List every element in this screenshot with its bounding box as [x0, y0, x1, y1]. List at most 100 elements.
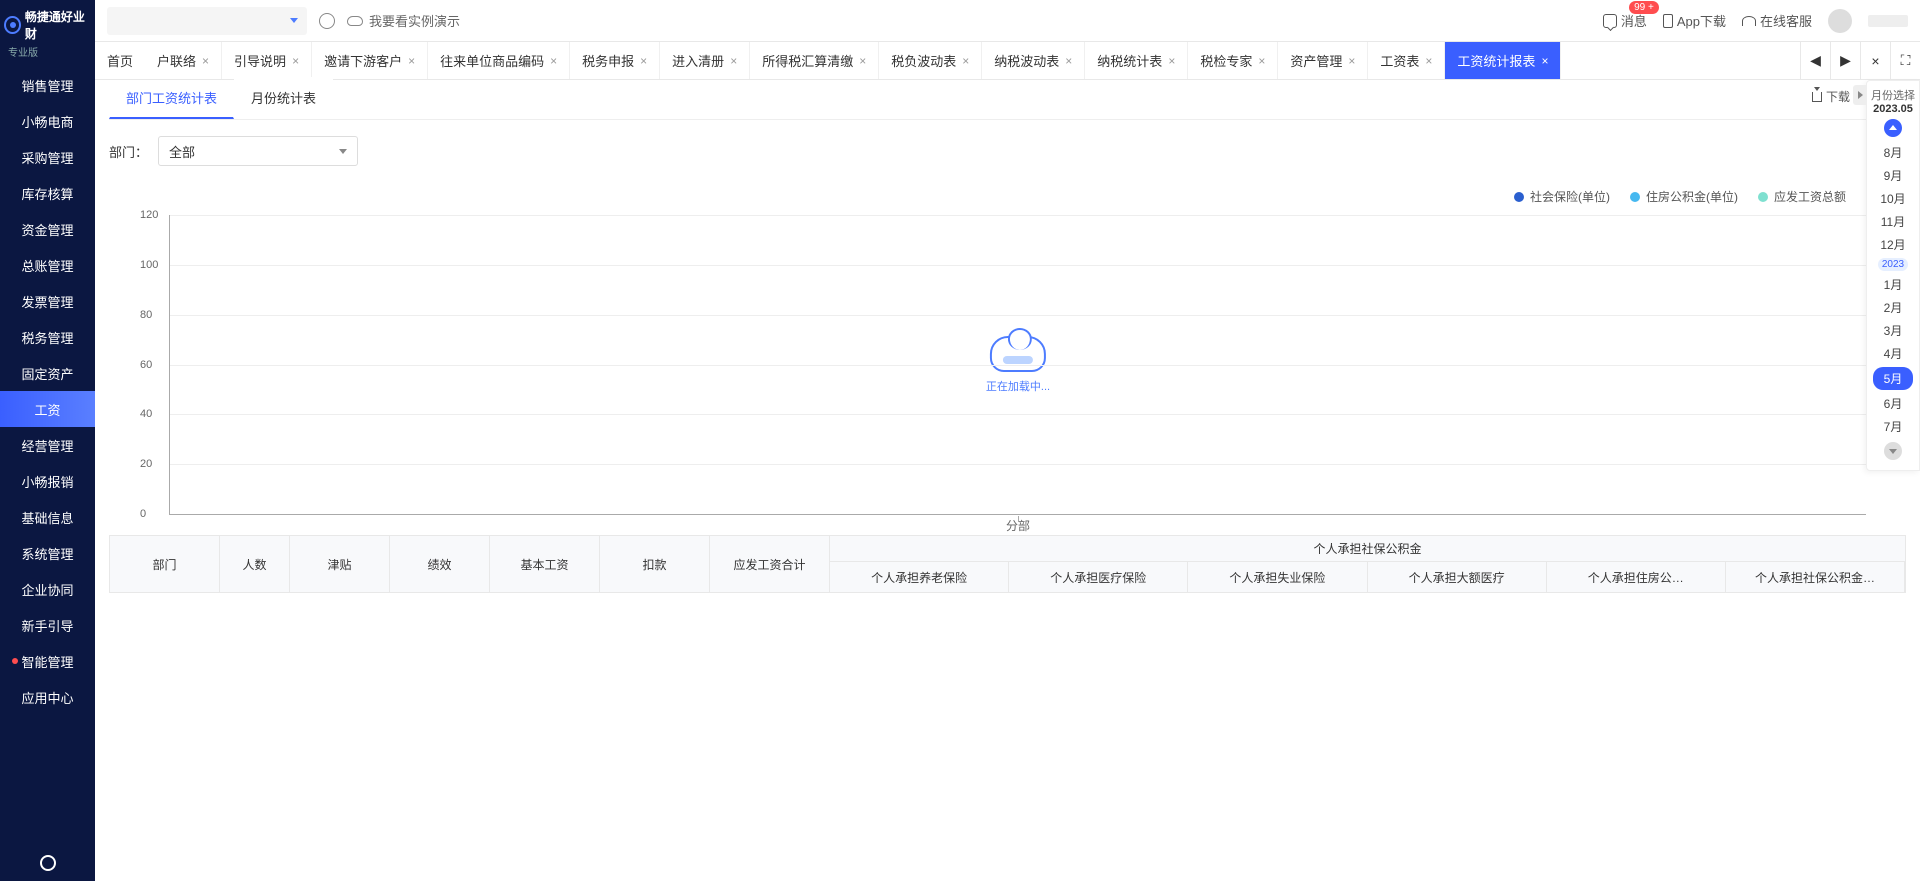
legend-item[interactable]: 社会保险(单位): [1514, 188, 1610, 205]
tab-11[interactable]: 税检专家×: [1188, 42, 1278, 79]
tab-close-icon[interactable]: ×: [292, 54, 299, 68]
tab-scroll-right[interactable]: ▶: [1830, 42, 1860, 79]
logo-icon: [4, 16, 21, 34]
tab-2[interactable]: 引导说明×: [222, 42, 312, 79]
tab-12[interactable]: 资产管理×: [1278, 42, 1368, 79]
tab-close-icon[interactable]: ×: [859, 54, 866, 68]
month-option[interactable]: 5月: [1873, 367, 1913, 390]
legend-item[interactable]: 应发工资总额: [1758, 188, 1846, 205]
tab-6[interactable]: 进入清册×: [660, 42, 750, 79]
month-option[interactable]: 11月: [1867, 210, 1919, 233]
sidebar-item-0[interactable]: 销售管理: [0, 67, 95, 103]
sidebar-item-10[interactable]: 经营管理: [0, 427, 95, 463]
tab-close-all[interactable]: ×: [1860, 42, 1890, 79]
month-option[interactable]: 2月: [1867, 296, 1919, 319]
tab-close-icon[interactable]: ×: [1258, 54, 1265, 68]
month-option[interactable]: 7月: [1867, 415, 1919, 438]
sidebar-item-7[interactable]: 税务管理: [0, 319, 95, 355]
tab-scroll-left[interactable]: ◀: [1800, 42, 1830, 79]
tab-10[interactable]: 纳税统计表×: [1085, 42, 1188, 79]
tab-close-icon[interactable]: ×: [730, 54, 737, 68]
month-panel-collapse[interactable]: [1853, 85, 1867, 105]
tab-14[interactable]: 工资统计报表×: [1445, 42, 1561, 79]
tab-1[interactable]: 户联络×: [145, 42, 222, 79]
y-tick: 20: [140, 458, 152, 470]
month-option[interactable]: 12月: [1867, 233, 1919, 256]
tab-0[interactable]: 首页: [95, 42, 145, 79]
table-header: 部门人数津贴绩效基本工资扣款应发工资合计个人承担社保公积金个人承担养老保险个人承…: [110, 536, 1905, 592]
sidebar-settings-button[interactable]: [0, 845, 95, 881]
tab-close-icon[interactable]: ×: [1425, 54, 1432, 68]
tab-13[interactable]: 工资表×: [1368, 42, 1445, 79]
sidebar-item-14[interactable]: 企业协同: [0, 571, 95, 607]
sidebar-item-17[interactable]: 应用中心: [0, 679, 95, 715]
sidebar-item-4[interactable]: 资金管理: [0, 211, 95, 247]
brand-logo: 畅捷通好业财: [0, 0, 95, 44]
download-button[interactable]: 下载: [1812, 88, 1850, 105]
tab-close-icon[interactable]: ×: [202, 54, 209, 68]
tab-4[interactable]: 往来单位商品编码×: [428, 42, 570, 79]
month-option[interactable]: 10月: [1867, 187, 1919, 210]
table-header-cell: 人数: [220, 536, 290, 592]
user-name-placeholder: [1868, 15, 1908, 27]
tab-close-icon[interactable]: ×: [1065, 54, 1072, 68]
month-option[interactable]: 8月: [1867, 141, 1919, 164]
table-header-cell: 津贴: [290, 536, 390, 592]
y-tick: 100: [140, 259, 158, 271]
legend-item[interactable]: 住房公积金(单位): [1630, 188, 1738, 205]
month-option[interactable]: 1月: [1867, 273, 1919, 296]
month-panel-date: 2023.05: [1867, 103, 1919, 115]
org-selector[interactable]: [107, 7, 307, 35]
subtab-0[interactable]: 部门工资统计表: [109, 77, 234, 119]
app-download-button[interactable]: App下载: [1663, 11, 1726, 30]
sidebar-item-16[interactable]: 智能管理: [0, 643, 95, 679]
sidebar-item-13[interactable]: 系统管理: [0, 535, 95, 571]
department-select[interactable]: 全部: [158, 136, 358, 166]
tab-fullscreen[interactable]: ⛶: [1890, 42, 1920, 79]
sidebar-item-9[interactable]: 工资: [0, 391, 95, 427]
sidebar-item-15[interactable]: 新手引导: [0, 607, 95, 643]
sidebar-item-6[interactable]: 发票管理: [0, 283, 95, 319]
tab-close-icon[interactable]: ×: [1168, 54, 1175, 68]
sidebar-item-3[interactable]: 库存核算: [0, 175, 95, 211]
month-scroll-down[interactable]: [1884, 442, 1902, 460]
sidebar-item-2[interactable]: 采购管理: [0, 139, 95, 175]
y-tick: 0: [140, 508, 146, 520]
month-scroll-up[interactable]: [1884, 119, 1902, 137]
month-option[interactable]: 9月: [1867, 164, 1919, 187]
avatar[interactable]: [1828, 9, 1852, 33]
month-option[interactable]: 6月: [1867, 392, 1919, 415]
tab-close-icon[interactable]: ×: [550, 54, 557, 68]
tab-9[interactable]: 纳税波动表×: [982, 42, 1085, 79]
message-button[interactable]: 消息 99 +: [1603, 11, 1647, 30]
online-service-button[interactable]: 在线客服: [1742, 11, 1812, 30]
subtab-1[interactable]: 月份统计表: [234, 77, 333, 119]
tab-close-icon[interactable]: ×: [640, 54, 647, 68]
table-header-cell: 基本工资: [490, 536, 600, 592]
tab-5[interactable]: 税务申报×: [570, 42, 660, 79]
tab-close-icon[interactable]: ×: [1348, 54, 1355, 68]
tab-close-icon[interactable]: ×: [962, 54, 969, 68]
demo-link[interactable]: 我要看实例演示: [347, 11, 460, 30]
x-axis-label: 分部: [1006, 517, 1030, 534]
tab-close-icon[interactable]: ×: [408, 54, 415, 68]
cloud-icon: [347, 16, 363, 26]
sidebar-item-11[interactable]: 小畅报销: [0, 463, 95, 499]
y-tick: 80: [140, 309, 152, 321]
chevron-down-icon: [339, 149, 347, 154]
tab-3[interactable]: 邀请下游客户×: [312, 42, 428, 79]
message-badge: 99 +: [1629, 1, 1659, 14]
tab-7[interactable]: 所得税汇算清缴×: [750, 42, 879, 79]
month-option[interactable]: 3月: [1867, 319, 1919, 342]
table-header-cell: 扣款: [600, 536, 710, 592]
sidebar-item-8[interactable]: 固定资产: [0, 355, 95, 391]
sidebar-item-5[interactable]: 总账管理: [0, 247, 95, 283]
sidebar-item-12[interactable]: 基础信息: [0, 499, 95, 535]
tab-close-icon[interactable]: ×: [1541, 54, 1548, 68]
settings-icon[interactable]: [319, 13, 335, 29]
headset-icon: [1742, 16, 1756, 26]
sidebar-item-1[interactable]: 小畅电商: [0, 103, 95, 139]
table-header-cell: 个人承担失业保险: [1188, 562, 1367, 592]
month-option[interactable]: 4月: [1867, 342, 1919, 365]
tab-8[interactable]: 税负波动表×: [879, 42, 982, 79]
